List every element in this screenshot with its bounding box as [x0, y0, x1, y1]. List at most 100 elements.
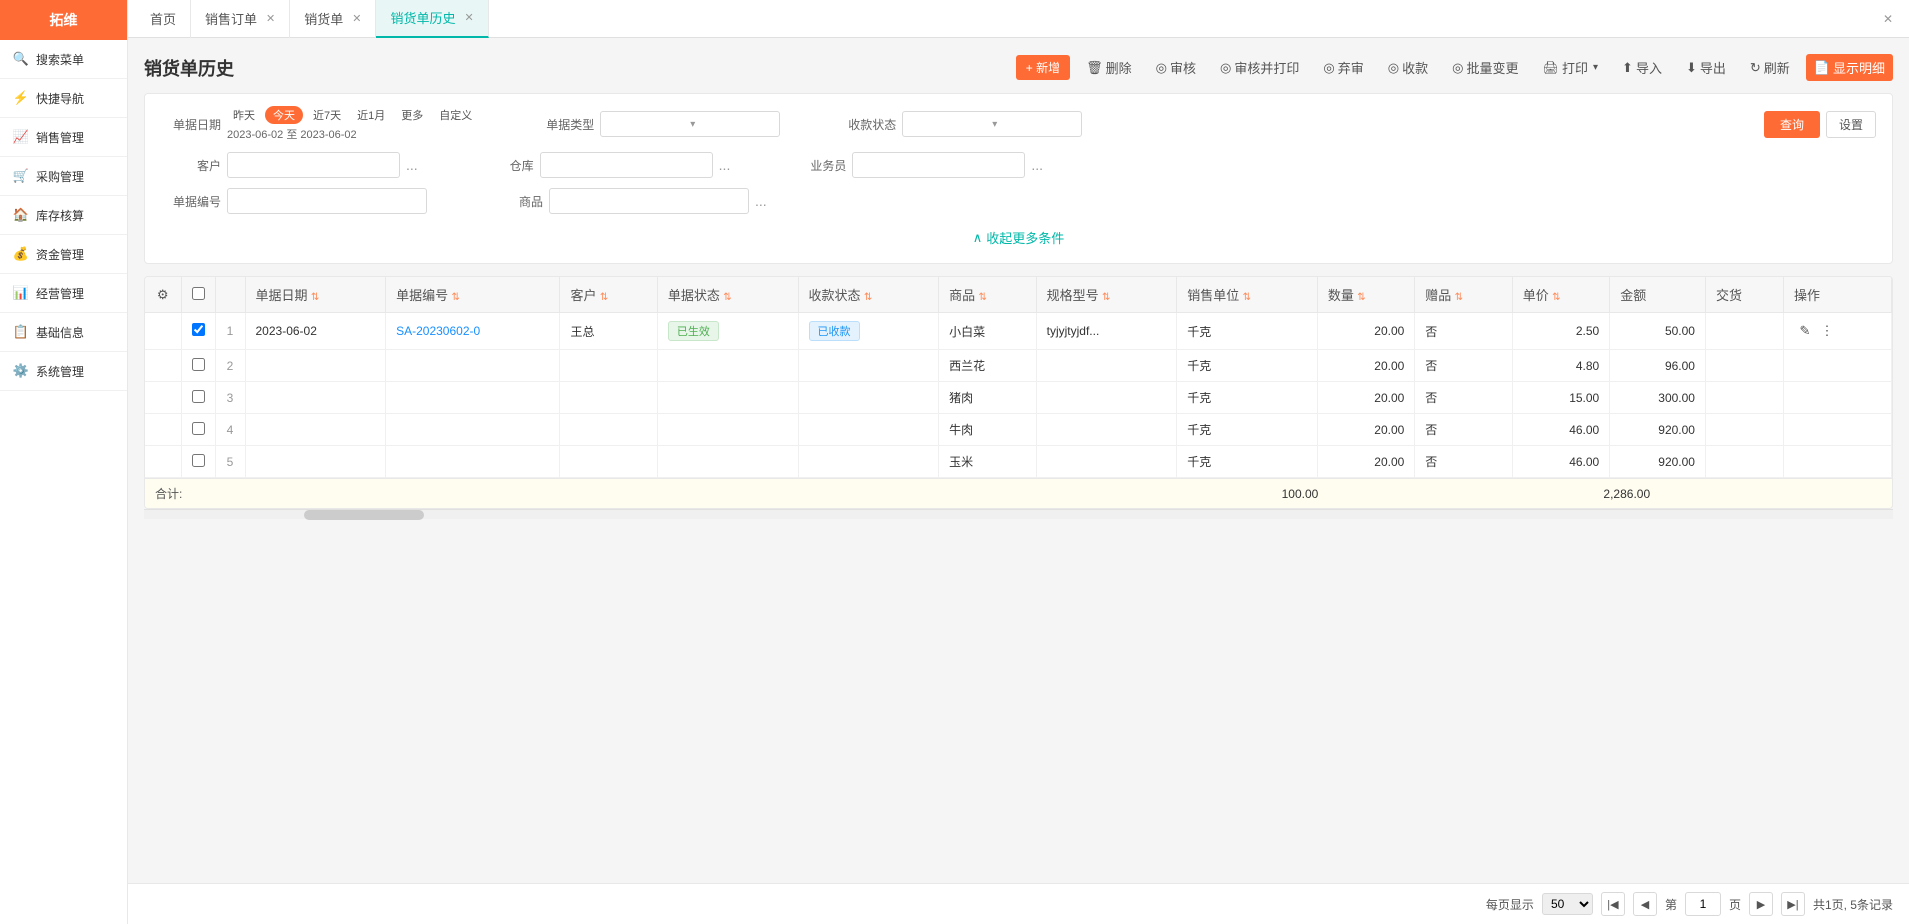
cell-checkbox[interactable]	[181, 414, 215, 446]
customer-dots[interactable]: ...	[406, 157, 418, 173]
staff-dots[interactable]: ...	[1031, 157, 1043, 173]
cell-unit-price: 46.00	[1512, 446, 1609, 478]
prev-page-btn[interactable]: ◀	[1633, 892, 1657, 916]
settings-button[interactable]: 设置	[1826, 111, 1876, 138]
tab-sales-order[interactable]: 销售订单 ✕	[191, 0, 290, 38]
warehouse-dots[interactable]: ...	[719, 157, 731, 173]
current-page-input[interactable]	[1685, 892, 1721, 916]
show-detail-button[interactable]: 📄 显示明细	[1806, 54, 1893, 81]
warehouse-input[interactable]	[540, 152, 713, 178]
batch-change-button[interactable]: ◎ 批量变更	[1444, 54, 1526, 81]
cell-checkbox[interactable]	[181, 313, 215, 350]
sidebar-item-inventory[interactable]: 🏠 库存核算	[0, 196, 127, 235]
first-page-btn[interactable]: |◀	[1601, 892, 1625, 916]
col-settings[interactable]: ⚙	[145, 277, 181, 313]
col-unit[interactable]: 销售单位 ⇅	[1177, 277, 1318, 313]
sidebar-item-sales-mgmt[interactable]: 📈 销售管理	[0, 118, 127, 157]
date-tag-more[interactable]: 更多	[395, 106, 429, 124]
cell-doc-num[interactable]	[386, 382, 560, 414]
row-checkbox[interactable]	[192, 323, 205, 336]
print-button[interactable]: 🖨 打印	[1534, 54, 1606, 81]
row-checkbox[interactable]	[192, 422, 205, 435]
cell-goods: 牛肉	[939, 414, 1036, 446]
cell-actions: ✎⋮	[1783, 313, 1891, 350]
abandon-button[interactable]: ◎ 弃审	[1315, 54, 1371, 81]
sidebar-item-system-mgmt[interactable]: ⚙️ 系统管理	[0, 352, 127, 391]
audit-button[interactable]: ◎ 审核	[1148, 54, 1204, 81]
import-button[interactable]: ⬆ 导入	[1614, 54, 1670, 81]
goods-input[interactable]	[549, 188, 749, 214]
col-row-num	[215, 277, 245, 313]
sidebar-item-label: 销售管理	[36, 129, 84, 146]
refresh-button[interactable]: ↻ 刷新	[1742, 54, 1798, 81]
tab-sales-delivery[interactable]: 销货单 ✕	[290, 0, 376, 38]
staff-input[interactable]	[852, 152, 1025, 178]
doc-num-input[interactable]	[227, 188, 427, 214]
sidebar-item-operations-mgmt[interactable]: 📊 经营管理	[0, 274, 127, 313]
audit-print-button[interactable]: ◎ 审核并打印	[1212, 54, 1307, 81]
horizontal-scrollbar[interactable]	[144, 509, 1893, 519]
goods-label: 商品	[483, 193, 543, 210]
col-doc-num[interactable]: 单据编号 ⇅	[386, 277, 560, 313]
cell-settings	[145, 382, 181, 414]
date-tag-custom[interactable]: 自定义	[433, 106, 478, 124]
cell-doc-num[interactable]: SA-20230602-0	[386, 313, 560, 350]
customer-input[interactable]	[227, 152, 400, 178]
row-checkbox[interactable]	[192, 454, 205, 467]
sidebar-item-purchase-mgmt[interactable]: 🛒 采购管理	[0, 157, 127, 196]
cell-doc-num[interactable]	[386, 414, 560, 446]
col-checkbox[interactable]	[181, 277, 215, 313]
cell-checkbox[interactable]	[181, 382, 215, 414]
date-tag-today[interactable]: 今天	[265, 106, 303, 124]
cell-checkbox[interactable]	[181, 446, 215, 478]
col-unit-price[interactable]: 单价 ⇅	[1512, 277, 1609, 313]
row-checkbox[interactable]	[192, 358, 205, 371]
more-btn[interactable]: ⋮	[1816, 320, 1838, 342]
col-spec[interactable]: 规格型号 ⇅	[1036, 277, 1177, 313]
col-doc-date[interactable]: 单据日期 ⇅	[245, 277, 386, 313]
doc-type-select[interactable]: ▾	[600, 111, 780, 137]
row-checkbox[interactable]	[192, 390, 205, 403]
cell-doc-num[interactable]	[386, 350, 560, 382]
close-all-tabs[interactable]: ✕	[1875, 12, 1901, 26]
export-button[interactable]: ⬇ 导出	[1678, 54, 1734, 81]
last-page-btn[interactable]: ▶|	[1781, 892, 1805, 916]
tab-sales-delivery-close[interactable]: ✕	[352, 12, 361, 25]
tab-home[interactable]: 首页	[136, 0, 191, 38]
sidebar-item-finance-mgmt[interactable]: 💰 资金管理	[0, 235, 127, 274]
date-tag-7days[interactable]: 近7天	[307, 106, 347, 124]
goods-dots[interactable]: ...	[755, 193, 767, 209]
col-customer[interactable]: 客户 ⇅	[560, 277, 657, 313]
cell-checkbox[interactable]	[181, 350, 215, 382]
delete-button[interactable]: 🗑 删除	[1078, 54, 1140, 81]
query-button[interactable]: 查询	[1764, 111, 1820, 138]
cell-customer: 王总	[560, 313, 657, 350]
date-tag-yesterday[interactable]: 昨天	[227, 106, 261, 124]
tab-sales-history-close[interactable]: ✕	[465, 11, 474, 24]
col-qty[interactable]: 数量 ⇅	[1317, 277, 1414, 313]
payment-status-select[interactable]: ▾	[902, 111, 1082, 137]
date-tag-1month[interactable]: 近1月	[351, 106, 391, 124]
select-all-checkbox[interactable]	[192, 287, 205, 300]
sidebar-item-quick-nav[interactable]: ⚡ 快捷导航	[0, 79, 127, 118]
col-gift[interactable]: 赠品 ⇅	[1415, 277, 1512, 313]
per-page-select[interactable]: 50 100 200	[1542, 893, 1593, 915]
col-payment-status[interactable]: 收款状态 ⇅	[798, 277, 939, 313]
cell-row-num: 2	[215, 350, 245, 382]
sidebar-item-basic-info[interactable]: 📋 基础信息	[0, 313, 127, 352]
cell-unit: 千克	[1177, 414, 1318, 446]
payment-status-label: 收款状态	[836, 116, 896, 133]
tab-sales-history[interactable]: 销货单历史 ✕	[376, 0, 488, 38]
tab-sales-order-close[interactable]: ✕	[266, 12, 275, 25]
new-button[interactable]: + 新增	[1016, 55, 1070, 80]
col-goods[interactable]: 商品 ⇅	[939, 277, 1036, 313]
receive-button[interactable]: ◎ 收款	[1380, 54, 1436, 81]
cell-doc-num[interactable]	[386, 446, 560, 478]
sidebar-item-search-menu[interactable]: 🔍 搜索菜单	[0, 40, 127, 79]
collapse-filter-btn[interactable]: ∧ 收起更多条件	[161, 224, 1876, 251]
scrollbar-thumb[interactable]	[304, 510, 424, 520]
edit-btn[interactable]: ✎	[1794, 320, 1816, 342]
col-doc-status[interactable]: 单据状态 ⇅	[657, 277, 798, 313]
next-page-btn[interactable]: ▶	[1749, 892, 1773, 916]
date-label: 单据日期	[161, 116, 221, 133]
